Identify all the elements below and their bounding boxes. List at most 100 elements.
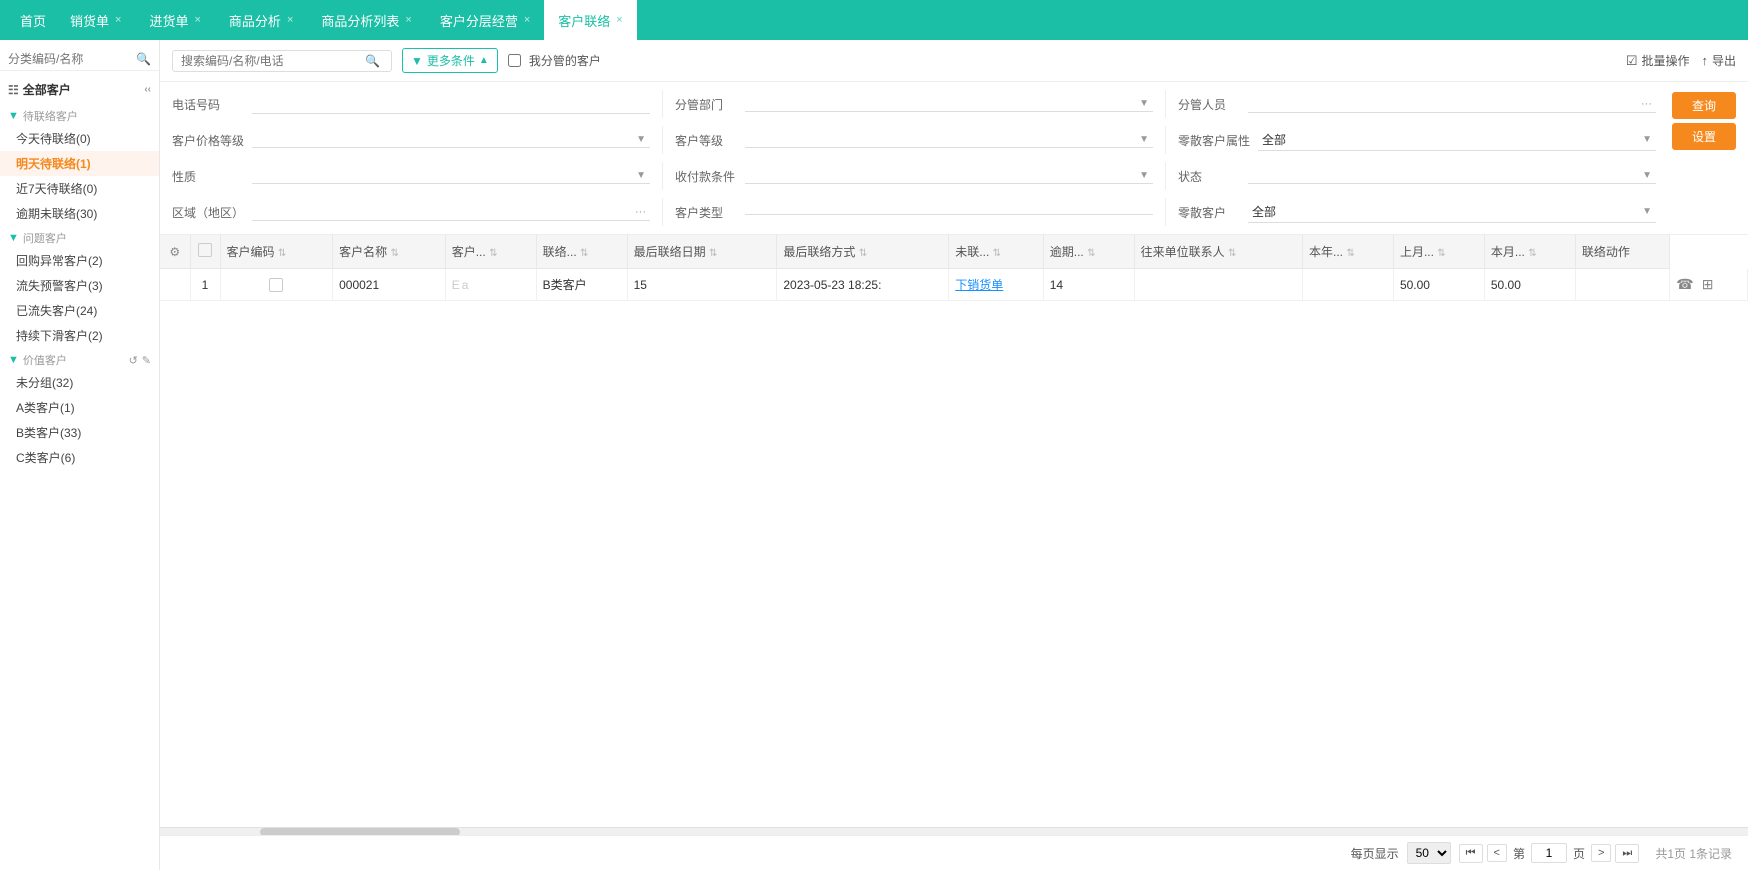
- retail-attr-select[interactable]: 全部 ▼: [1258, 129, 1656, 151]
- sidebar-item-b-class[interactable]: B类客户(33): [0, 420, 159, 445]
- close-icon-analysis-list[interactable]: ×: [405, 14, 411, 26]
- page-input[interactable]: [1531, 843, 1567, 863]
- chevron-down-retail-attr: ▼: [1642, 134, 1652, 145]
- col-last-date-header[interactable]: 最后联络日期 ⇅: [627, 235, 777, 269]
- col-overdue-header[interactable]: 逾期... ⇅: [1043, 235, 1134, 269]
- sidebar-all-customers[interactable]: ☷ 全部客户 ‹‹: [0, 75, 159, 104]
- close-icon-customer-tier[interactable]: ×: [524, 14, 530, 26]
- edit-icon-value[interactable]: ✎: [142, 354, 151, 367]
- batch-icon: ☑: [1626, 53, 1638, 69]
- retail-attr-label: 零散客户属性: [1178, 132, 1258, 149]
- sidebar-item-7days[interactable]: 近7天待联络(0): [0, 176, 159, 201]
- retail-customer-select[interactable]: 全部 ▼: [1248, 201, 1656, 223]
- right-actions: ☑ 批量操作 ↑ 导出: [1626, 52, 1736, 69]
- more-conditions-btn[interactable]: ▼ 更多条件 ▲: [402, 48, 498, 73]
- settings-button[interactable]: 设置: [1672, 123, 1736, 150]
- close-icon-sales[interactable]: ×: [115, 14, 121, 26]
- nav-item-customer-tier[interactable]: 客户分层经营 ×: [426, 0, 544, 40]
- col-contact-header[interactable]: 联络... ⇅: [536, 235, 627, 269]
- col-contact-person-header[interactable]: 往来单位联系人 ⇅: [1134, 235, 1302, 269]
- action-grid-icon[interactable]: ⊞: [1702, 276, 1714, 293]
- nav-item-analysis-list[interactable]: 商品分析列表 ×: [307, 0, 425, 40]
- customer-level-select[interactable]: ▼: [745, 132, 1153, 148]
- sidebar-item-ungrouped[interactable]: 未分组(32): [0, 370, 159, 395]
- export-btn[interactable]: ↑ 导出: [1701, 52, 1736, 69]
- col-not-contacted-header[interactable]: 未联... ⇅: [949, 235, 1043, 269]
- select-all-checkbox[interactable]: [198, 243, 212, 257]
- last-page-btn[interactable]: ⏭: [1615, 844, 1639, 863]
- refresh-icon-value[interactable]: ↺: [129, 354, 138, 367]
- scrollbar-bottom[interactable]: [160, 827, 1748, 835]
- nav-item-sales[interactable]: 销货单 ×: [56, 0, 135, 40]
- sort-icon-type: ⇅: [489, 248, 497, 259]
- my-customers-check[interactable]: 我分管的客户: [508, 52, 601, 69]
- more-icon-area: ···: [635, 206, 646, 218]
- batch-operation-btn[interactable]: ☑ 批量操作: [1626, 52, 1690, 69]
- first-page-btn[interactable]: ⏮: [1459, 844, 1483, 863]
- col-code-header[interactable]: 客户编码 ⇅: [220, 235, 333, 269]
- sidebar-item-churn-warning[interactable]: 流失预警客户(3): [0, 273, 159, 298]
- retail-customer-label: 零散客户: [1178, 204, 1248, 221]
- action-phone-icon[interactable]: ☎: [1676, 276, 1693, 293]
- status-select[interactable]: ▼: [1248, 168, 1656, 184]
- manager-input[interactable]: ···: [1248, 96, 1656, 113]
- dept-label: 分管部门: [675, 96, 745, 113]
- sidebar-item-today[interactable]: 今天待联络(0): [0, 126, 159, 151]
- row-checkbox[interactable]: [269, 278, 283, 292]
- page-size-label: 每页显示: [1351, 845, 1399, 862]
- chevron-down-dept: ▼: [1139, 98, 1149, 109]
- phone-input[interactable]: [252, 95, 650, 114]
- query-button[interactable]: 查询: [1672, 92, 1736, 119]
- more-icon-manager: ···: [1641, 98, 1652, 110]
- sort-icon-not-contacted: ⇅: [993, 248, 1001, 259]
- area-input[interactable]: ···: [252, 204, 650, 221]
- col-last-month-header[interactable]: 上月... ⇅: [1393, 235, 1484, 269]
- col-this-year-header[interactable]: 本年... ⇅: [1303, 235, 1394, 269]
- sidebar-item-c-class[interactable]: C类客户(6): [0, 445, 159, 470]
- nav-item-purchase[interactable]: 进货单 ×: [135, 0, 214, 40]
- sidebar-item-declining[interactable]: 持续下滑客户(2): [0, 323, 159, 348]
- sidebar-search-icon[interactable]: 🔍: [136, 52, 151, 66]
- customer-table: ⚙ 客户编码 ⇅ 客户名称 ⇅: [160, 235, 1748, 301]
- row-check[interactable]: [220, 269, 333, 301]
- next-page-btn[interactable]: >: [1591, 844, 1611, 862]
- col-check-header: [190, 235, 220, 269]
- col-gear-header: ⚙: [160, 235, 190, 269]
- total-record: 共1页 1条记录: [1655, 845, 1732, 862]
- close-icon-customer-contact[interactable]: ×: [616, 14, 622, 26]
- sidebar-search-input[interactable]: [8, 52, 136, 66]
- my-customers-checkbox[interactable]: [508, 54, 521, 67]
- settings-col-icon[interactable]: ⚙: [169, 245, 180, 259]
- row-this-month: [1575, 269, 1669, 301]
- close-icon-purchase[interactable]: ×: [194, 14, 200, 26]
- prev-page-btn[interactable]: <: [1487, 844, 1507, 862]
- page-size-select[interactable]: 50: [1407, 842, 1451, 864]
- payment-select[interactable]: ▼: [745, 168, 1153, 184]
- col-name-header[interactable]: 客户名称 ⇅: [333, 235, 446, 269]
- price-level-select[interactable]: ▼: [252, 132, 650, 148]
- nav-item-customer-contact[interactable]: 客户联络 ×: [544, 0, 636, 40]
- sidebar-item-churned[interactable]: 已流失客户(24): [0, 298, 159, 323]
- sidebar: 🔍 ☷ 全部客户 ‹‹ ▼ 待联络客户 今天待联络(0) 明天待联络(1) 近7…: [0, 40, 160, 870]
- sidebar-item-overdue[interactable]: 逾期未联络(30): [0, 201, 159, 226]
- manager-label: 分管人员: [1178, 96, 1248, 113]
- col-type-header[interactable]: 客户... ⇅: [445, 235, 536, 269]
- nav-item-home[interactable]: 首页: [10, 0, 56, 40]
- col-this-month-header[interactable]: 本月... ⇅: [1484, 235, 1575, 269]
- nav-item-analysis[interactable]: 商品分析 ×: [215, 0, 307, 40]
- sidebar-item-a-class[interactable]: A类客户(1): [0, 395, 159, 420]
- col-last-method-header[interactable]: 最后联络方式 ⇅: [777, 235, 949, 269]
- row-last-date: 2023-05-23 18:25:: [777, 269, 949, 301]
- gender-select[interactable]: ▼: [252, 168, 650, 184]
- search-input[interactable]: [181, 54, 361, 68]
- phone-label: 电话号码: [172, 96, 252, 113]
- sidebar-item-repurchase-abnormal[interactable]: 回购异常客户(2): [0, 248, 159, 273]
- dept-select[interactable]: ▼: [745, 96, 1153, 112]
- close-icon-analysis[interactable]: ×: [287, 14, 293, 26]
- sidebar-item-tomorrow[interactable]: 明天待联络(1): [0, 151, 159, 176]
- row-last-method[interactable]: 下销货单: [949, 269, 1043, 301]
- search-icon[interactable]: 🔍: [365, 54, 380, 68]
- customer-type-select[interactable]: [745, 210, 1153, 215]
- row-overdue: [1134, 269, 1302, 301]
- table-row: 1 000021 Ea B类客户: [160, 269, 1748, 301]
